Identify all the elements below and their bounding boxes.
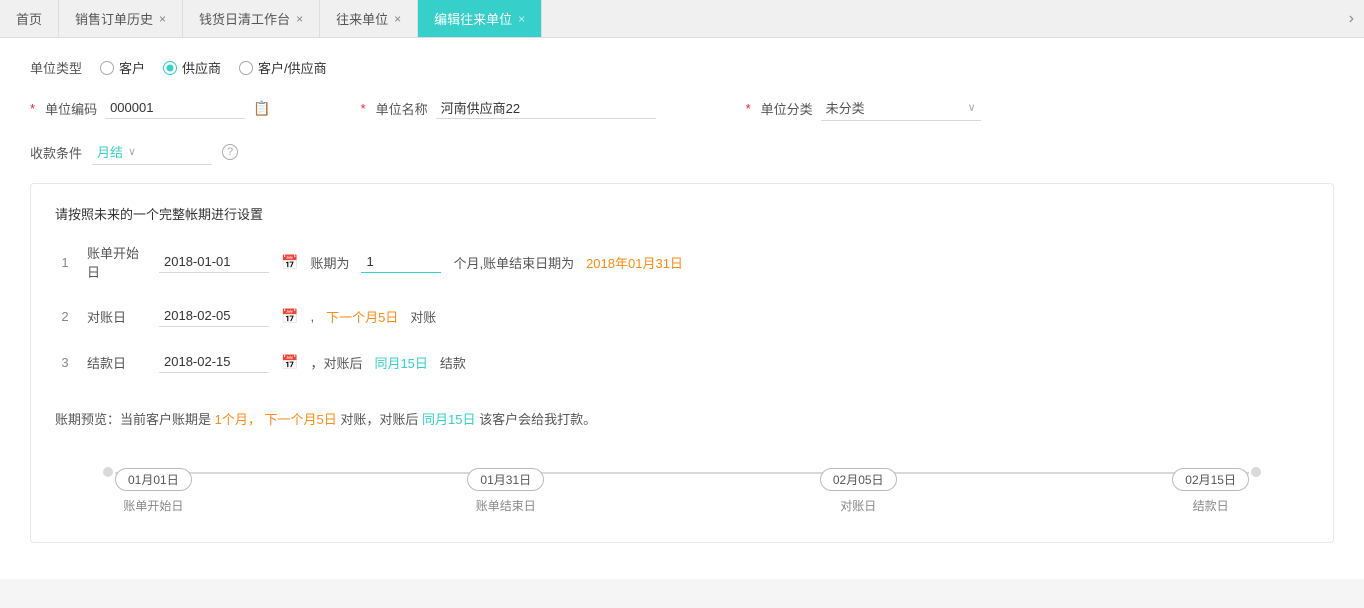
radio-customer-circle <box>100 61 114 75</box>
period-row-2-label: 对账日 <box>87 307 147 326</box>
radio-customer-label: 客户 <box>119 58 145 77</box>
timeline-node-3-pill: 02月05日 <box>820 468 897 491</box>
unit-classify-label: 单位分类 <box>761 99 813 118</box>
timeline: 01月01日 账单开始日 01月31日 账单结束日 02月05日 对账日 02月… <box>55 452 1309 522</box>
tabs-bar: 首页 销售订单历史 × 钱货日清工作台 × 往来单位 × 编辑往来单位 × › <box>0 0 1364 38</box>
period-row-1-calendar-icon[interactable]: 📅 <box>281 254 298 271</box>
period-row-3-num: 3 <box>55 355 75 370</box>
period-row-3-date[interactable] <box>159 351 269 373</box>
unit-type-row: 单位类型 客户 供应商 客户/供应商 <box>30 58 1334 77</box>
close-cash-work-icon[interactable]: × <box>296 12 303 26</box>
radio-customer[interactable]: 客户 <box>100 58 145 77</box>
period-row-3-label: 结款日 <box>87 353 147 372</box>
tab-edit-contact[interactable]: 编辑往来单位 × <box>418 0 542 37</box>
period-row-2-calendar-icon[interactable]: 📅 <box>281 308 298 325</box>
tab-home-label: 首页 <box>16 9 42 28</box>
period-row-2-suffix: 对账 <box>410 307 436 326</box>
radio-both-label: 客户/供应商 <box>258 58 327 77</box>
period-row-3-highlight: 同月15日 <box>374 353 427 372</box>
radio-both[interactable]: 客户/供应商 <box>239 58 327 77</box>
payment-condition-row: 收款条件 月结 ∨ ? <box>30 139 1334 165</box>
period-row-3: 3 结款日 📅 ，对账后 同月15日 结款 <box>55 351 1309 373</box>
period-row-1-date[interactable] <box>159 251 269 273</box>
period-row-1-highlight-date: 2018年01月31日 <box>586 253 683 272</box>
timeline-node-4-pill: 02月15日 <box>1172 468 1249 491</box>
radio-supplier[interactable]: 供应商 <box>163 58 221 77</box>
unit-classify-star: * <box>746 101 751 116</box>
timeline-node-4: 02月15日 结款日 <box>1172 468 1249 514</box>
payment-condition-arrow-icon: ∨ <box>128 145 136 158</box>
unit-code-input[interactable] <box>105 97 245 119</box>
period-row-1: 1 账单开始日 📅 账期为 个月,账单结束日期为 2018年01月31日 <box>55 243 1309 281</box>
timeline-node-1-pill: 01月01日 <box>115 468 192 491</box>
unit-type-radio-group: 客户 供应商 客户/供应商 <box>100 58 327 77</box>
unit-classify-dropdown[interactable]: 未分类 ∨ <box>821 95 981 121</box>
timeline-node-2: 01月31日 账单结束日 <box>467 468 544 514</box>
payment-condition-value: 月结 <box>97 142 123 161</box>
period-row-2-num: 2 <box>55 309 75 324</box>
timeline-node-2-label: 账单结束日 <box>476 497 536 514</box>
timeline-node-4-label: 结款日 <box>1193 497 1229 514</box>
preview-suffix: 该客户会给我打款。 <box>479 412 596 427</box>
radio-both-circle <box>239 61 253 75</box>
preview-middle: 对账，对账后 <box>340 412 422 427</box>
unit-classify-arrow-icon: ∨ <box>968 101 976 114</box>
tab-cash-work[interactable]: 钱货日清工作台 × <box>183 0 320 37</box>
period-row-3-calendar-icon[interactable]: 📅 <box>281 354 298 371</box>
preview-label: 账期预览：当前客户账期是 <box>55 412 211 427</box>
payment-condition-label: 收款条件 <box>30 143 82 162</box>
tab-home[interactable]: 首页 <box>0 0 59 37</box>
period-settings-section: 请按照未来的一个完整帐期进行设置 1 账单开始日 📅 账期为 个月,账单结束日期… <box>30 183 1334 543</box>
period-row-2-prefix: , <box>310 309 314 324</box>
preview-part3: 同月15日 <box>422 412 475 427</box>
preview-text: 账期预览：当前客户账期是 1个月， 下一个月5日 对账，对账后 同月15日 该客… <box>55 397 1309 428</box>
unit-type-label: 单位类型 <box>30 58 82 77</box>
timeline-node-1-label: 账单开始日 <box>123 497 183 514</box>
tab-more-button[interactable]: › <box>1339 0 1364 37</box>
period-row-1-label: 账单开始日 <box>87 243 147 281</box>
timeline-nodes: 01月01日 账单开始日 01月31日 账单结束日 02月05日 对账日 02月… <box>55 468 1309 514</box>
preview-part1: 1个月， <box>215 412 261 427</box>
period-row-2-highlight: 下一个月5日 <box>326 307 398 326</box>
timeline-node-3-label: 对账日 <box>840 497 876 514</box>
tab-contacts[interactable]: 往来单位 × <box>320 0 418 37</box>
radio-supplier-circle <box>163 61 177 75</box>
tab-edit-contact-label: 编辑往来单位 <box>434 9 512 28</box>
preview-part2: 下一个月5日 <box>265 412 337 427</box>
tab-sales-history[interactable]: 销售订单历史 × <box>59 0 183 37</box>
unit-name-input[interactable] <box>436 97 656 119</box>
unit-info-row: * 单位编码 📋 * 单位名称 * 单位分类 未分类 ∨ <box>30 95 1334 121</box>
unit-name-star: * <box>361 101 366 116</box>
radio-supplier-label: 供应商 <box>182 58 221 77</box>
tab-contacts-label: 往来单位 <box>336 9 388 28</box>
timeline-node-1: 01月01日 账单开始日 <box>115 468 192 514</box>
period-row-1-suffix-before: 账期为 <box>310 253 349 272</box>
period-row-2-date[interactable] <box>159 305 269 327</box>
unit-code-star: * <box>30 101 35 116</box>
unit-code-calendar-icon[interactable]: 📋 <box>253 100 270 117</box>
period-row-1-suffix-after: 个月,账单结束日期为 <box>453 253 574 272</box>
period-row-2: 2 对账日 📅 , 下一个月5日 对账 <box>55 305 1309 327</box>
close-sales-history-icon[interactable]: × <box>159 12 166 26</box>
period-row-3-prefix: ，对账后 <box>310 353 362 372</box>
unit-code-group: * 单位编码 📋 <box>30 97 271 119</box>
payment-condition-dropdown[interactable]: 月结 ∨ <box>92 139 212 165</box>
period-row-1-num: 1 <box>55 255 75 270</box>
close-edit-contact-icon[interactable]: × <box>518 12 525 26</box>
tab-sales-history-label: 销售订单历史 <box>75 9 153 28</box>
period-row-3-suffix: 结款 <box>440 353 466 372</box>
section-title: 请按照未来的一个完整帐期进行设置 <box>55 204 1309 223</box>
tab-cash-work-label: 钱货日清工作台 <box>199 9 290 28</box>
main-content: 单位类型 客户 供应商 客户/供应商 * 单位编码 📋 * 单位名称 <box>0 38 1364 579</box>
timeline-node-2-pill: 01月31日 <box>467 468 544 491</box>
period-row-1-month[interactable] <box>361 251 441 273</box>
unit-name-label: 单位名称 <box>376 99 428 118</box>
unit-classify-value: 未分类 <box>826 98 865 117</box>
payment-help-icon[interactable]: ? <box>222 144 238 160</box>
timeline-node-3: 02月05日 对账日 <box>820 468 897 514</box>
close-contacts-icon[interactable]: × <box>394 12 401 26</box>
unit-code-label: 单位编码 <box>45 99 97 118</box>
unit-name-group: * 单位名称 <box>361 97 656 119</box>
unit-classify-group: * 单位分类 未分类 ∨ <box>746 95 981 121</box>
